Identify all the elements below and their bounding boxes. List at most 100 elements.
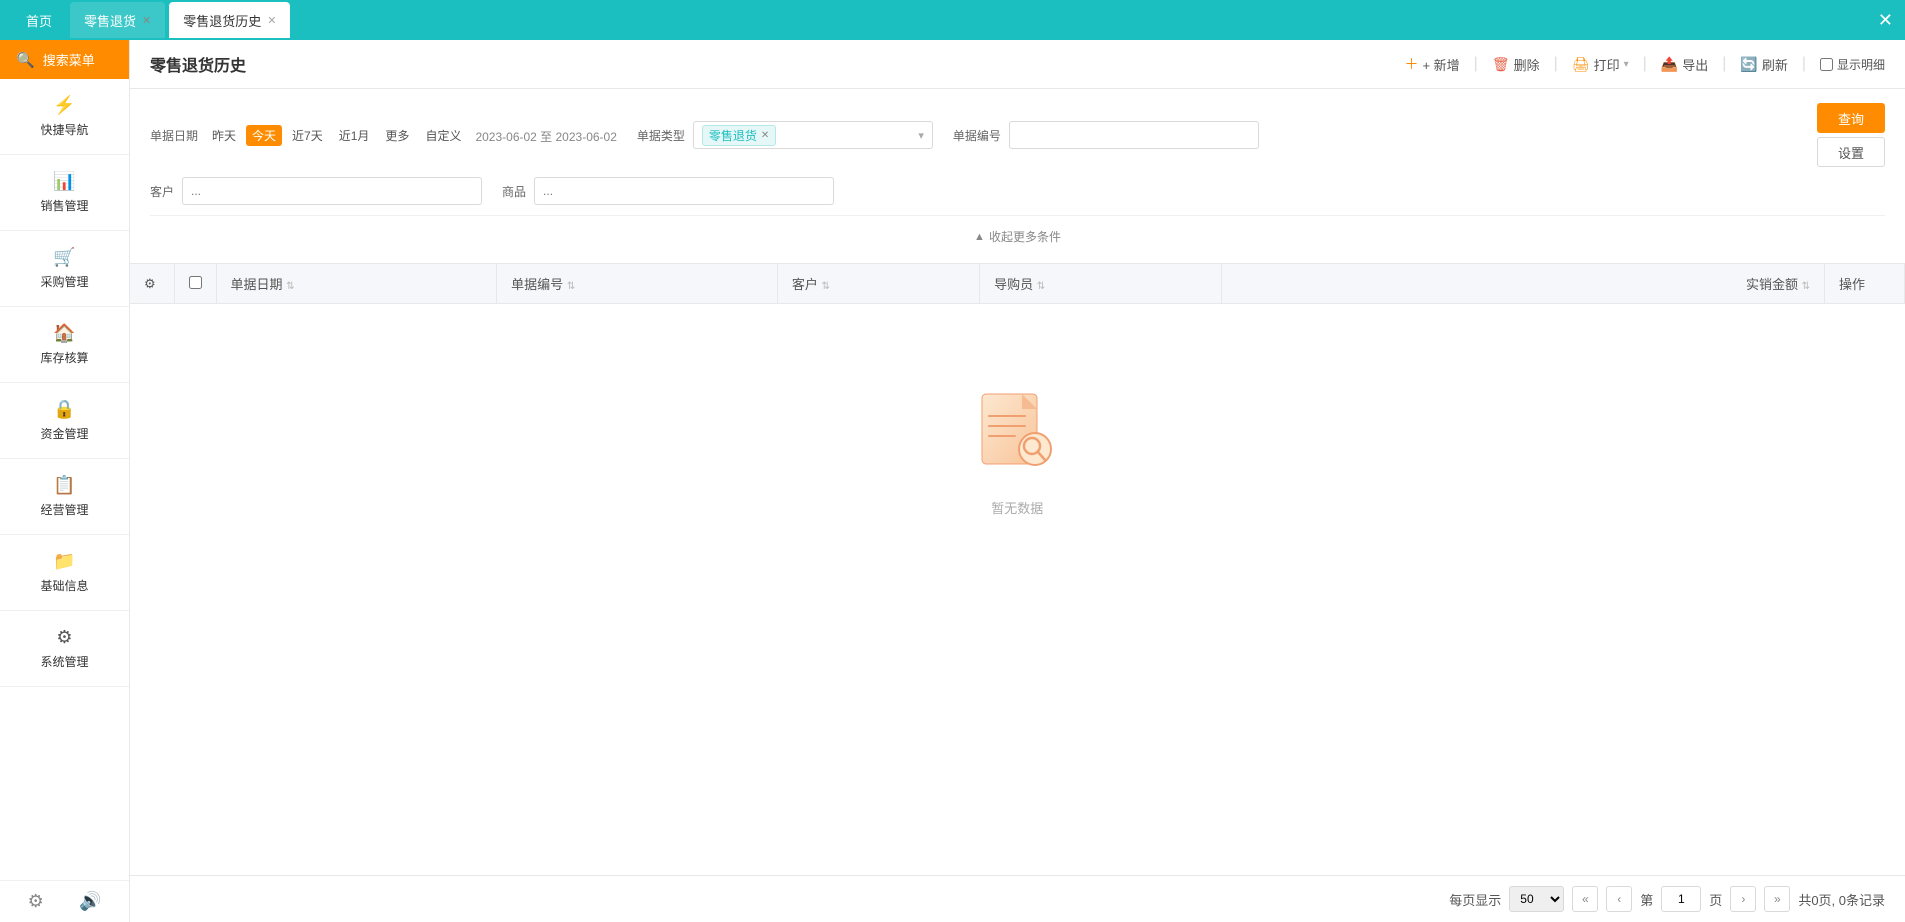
th-amount[interactable]: 实销金额 ⇅ bbox=[1221, 264, 1824, 304]
export-button[interactable]: 📤 导出 bbox=[1661, 55, 1708, 74]
th-settings[interactable]: ⚙ bbox=[130, 264, 174, 304]
header-actions: ＋ + 新增 | 🗑 删除 | 🖨 打印 ▾ | 📤 导出 bbox=[1404, 54, 1885, 74]
th-customer[interactable]: 客户 ⇅ bbox=[777, 264, 979, 304]
th-actions: 操作 bbox=[1825, 264, 1905, 304]
divider-4: | bbox=[1722, 55, 1726, 73]
tab-retail-return-history-label: 零售退货历史 bbox=[183, 11, 261, 30]
show-detail-checkbox[interactable]: 显示明细 bbox=[1820, 56, 1885, 73]
first-page-button[interactable]: « bbox=[1572, 886, 1598, 912]
date-opt-custom[interactable]: 自定义 bbox=[419, 125, 467, 146]
table-area: ⚙ 单据日期 ⇅ 单据编号 ⇅ bbox=[130, 264, 1905, 875]
search-menu-label: 搜索菜单 bbox=[43, 50, 95, 69]
tab-retail-return[interactable]: 零售退货 ✕ bbox=[70, 2, 165, 38]
collapse-label: 收起更多条件 bbox=[989, 228, 1061, 245]
show-detail-label: 显示明细 bbox=[1837, 56, 1885, 73]
page-suffix: 页 bbox=[1709, 890, 1722, 909]
delete-button[interactable]: 🗑 删除 bbox=[1492, 55, 1540, 74]
collapse-button[interactable]: ▲ 收起更多条件 bbox=[962, 224, 1073, 249]
customer-filter-label: 客户 bbox=[150, 183, 174, 200]
sidebar-item-finance-label: 资金管理 bbox=[40, 425, 88, 442]
quick-nav-icon: ⚡ bbox=[53, 95, 75, 116]
sidebar-item-operations-label: 经营管理 bbox=[40, 501, 88, 518]
finance-icon: 🔒 bbox=[53, 399, 75, 420]
sidebar-item-sales-mgmt-label: 销售管理 bbox=[40, 197, 88, 214]
th-date-label: 单据日期 bbox=[231, 277, 283, 292]
window-close-icon[interactable]: ✕ bbox=[1878, 10, 1893, 31]
th-guide[interactable]: 导购员 ⇅ bbox=[980, 264, 1221, 304]
export-label: 导出 bbox=[1682, 55, 1708, 74]
tab-retail-return-history-close[interactable]: ✕ bbox=[267, 14, 276, 27]
settings-button[interactable]: 设置 bbox=[1817, 137, 1885, 167]
date-opt-last1m[interactable]: 近1月 bbox=[333, 125, 376, 146]
purchase-mgmt-icon: 🛒 bbox=[53, 247, 75, 268]
delete-icon: 🗑 bbox=[1492, 56, 1510, 73]
sidebar-item-operations[interactable]: 📋 经营管理 bbox=[0, 459, 129, 535]
show-detail-input[interactable] bbox=[1820, 58, 1833, 71]
sidebar-item-system-mgmt[interactable]: ⚙ 系统管理 bbox=[0, 611, 129, 687]
search-icon: 🔍 bbox=[16, 51, 35, 69]
page-number-input[interactable] bbox=[1661, 886, 1701, 912]
page-header: 零售退货历史 ＋ + 新增 | 🗑 删除 | 🖨 打印 ▾ | bbox=[130, 40, 1905, 89]
sidebar-item-purchase-mgmt[interactable]: 🛒 采购管理 bbox=[0, 231, 129, 307]
sidebar-item-inventory[interactable]: 🏠 库存核算 bbox=[0, 307, 129, 383]
empty-state-cell: 暂无数据 bbox=[130, 304, 1905, 598]
collapse-chevron-icon: ▲ bbox=[974, 231, 985, 243]
customer-filter-field: 客户 bbox=[150, 177, 482, 205]
page-size-select[interactable]: 50 10 20 100 bbox=[1509, 886, 1564, 912]
th-customer-label: 客户 bbox=[792, 277, 818, 292]
tab-bar: 首页 零售退货 ✕ 零售退货历史 ✕ bbox=[12, 2, 1878, 38]
divider-3: | bbox=[1643, 55, 1647, 73]
pagination: 每页显示 50 10 20 100 « ‹ 第 页 › » 共0页, 0条记录 bbox=[130, 875, 1905, 922]
refresh-button[interactable]: 🔄 刷新 bbox=[1740, 55, 1787, 74]
divider-2: | bbox=[1554, 55, 1558, 73]
sidebar-item-sales-mgmt[interactable]: 📊 销售管理 bbox=[0, 155, 129, 231]
voucher-filter-label: 单据编号 bbox=[953, 127, 1001, 144]
main-layout: 🔍 搜索菜单 ⚡ 快捷导航 📊 销售管理 🛒 采购管理 🏠 库存核算 🔒 资金管… bbox=[0, 40, 1905, 922]
search-menu-button[interactable]: 🔍 搜索菜单 bbox=[0, 40, 129, 79]
goods-filter-field: 商品 bbox=[502, 177, 834, 205]
th-voucher-no[interactable]: 单据编号 ⇅ bbox=[497, 264, 778, 304]
th-amount-sort-icon: ⇅ bbox=[1802, 281, 1810, 292]
filter-row-2: 客户 商品 bbox=[150, 177, 1885, 205]
tab-retail-return-history[interactable]: 零售退货历史 ✕ bbox=[169, 2, 290, 38]
th-date[interactable]: 单据日期 ⇅ bbox=[216, 264, 497, 304]
sidebar-item-quick-nav[interactable]: ⚡ 快捷导航 bbox=[0, 79, 129, 155]
date-opt-yesterday[interactable]: 昨天 bbox=[206, 125, 242, 146]
date-opt-last7[interactable]: 近7天 bbox=[286, 125, 329, 146]
page-label: 第 bbox=[1640, 890, 1653, 909]
settings-col-icon: ⚙ bbox=[144, 276, 156, 291]
tab-home[interactable]: 首页 bbox=[12, 5, 66, 36]
voucher-input[interactable] bbox=[1009, 121, 1259, 149]
date-opt-today[interactable]: 今天 bbox=[246, 125, 282, 146]
customer-input[interactable] bbox=[182, 177, 482, 205]
add-button[interactable]: ＋ + 新增 bbox=[1404, 54, 1459, 74]
th-voucher-sort-icon: ⇅ bbox=[567, 281, 575, 292]
sidebar-item-basic-info[interactable]: 📁 基础信息 bbox=[0, 535, 129, 611]
sidebar-item-quick-nav-label: 快捷导航 bbox=[40, 121, 88, 138]
date-filter-field: 单据日期 昨天 今天 近7天 近1月 更多 自定义 2023-06-02 至 2… bbox=[150, 125, 617, 146]
type-tag-label: 零售退货 bbox=[709, 127, 757, 144]
settings-bottom-icon[interactable]: ⚙ bbox=[28, 891, 44, 912]
last-page-button[interactable]: » bbox=[1764, 886, 1790, 912]
page-title: 零售退货历史 bbox=[150, 52, 246, 76]
print-label: 打印 bbox=[1594, 55, 1620, 74]
th-amount-label: 实销金额 bbox=[1746, 277, 1798, 292]
th-checkbox[interactable] bbox=[174, 264, 216, 304]
type-tag-close[interactable]: ✕ bbox=[761, 130, 769, 141]
inventory-icon: 🏠 bbox=[53, 323, 75, 344]
audio-bottom-icon[interactable]: 🔊 bbox=[79, 891, 101, 912]
tab-retail-return-close[interactable]: ✕ bbox=[142, 14, 151, 27]
select-all-checkbox[interactable] bbox=[189, 276, 202, 289]
query-button[interactable]: 查询 bbox=[1817, 103, 1885, 133]
print-button[interactable]: 🖨 打印 ▾ bbox=[1572, 55, 1629, 74]
type-select[interactable]: 零售退货 ✕ ▾ bbox=[693, 121, 933, 149]
empty-state-row: 暂无数据 bbox=[130, 304, 1905, 598]
th-customer-sort-icon: ⇅ bbox=[821, 281, 829, 292]
prev-page-button[interactable]: ‹ bbox=[1606, 886, 1632, 912]
sidebar-item-finance[interactable]: 🔒 资金管理 bbox=[0, 383, 129, 459]
basic-info-icon: 📁 bbox=[53, 551, 75, 572]
next-page-button[interactable]: › bbox=[1730, 886, 1756, 912]
goods-input[interactable] bbox=[534, 177, 834, 205]
date-range-text: 2023-06-02 至 2023-06-02 bbox=[475, 128, 616, 145]
date-opt-more[interactable]: 更多 bbox=[379, 125, 415, 146]
